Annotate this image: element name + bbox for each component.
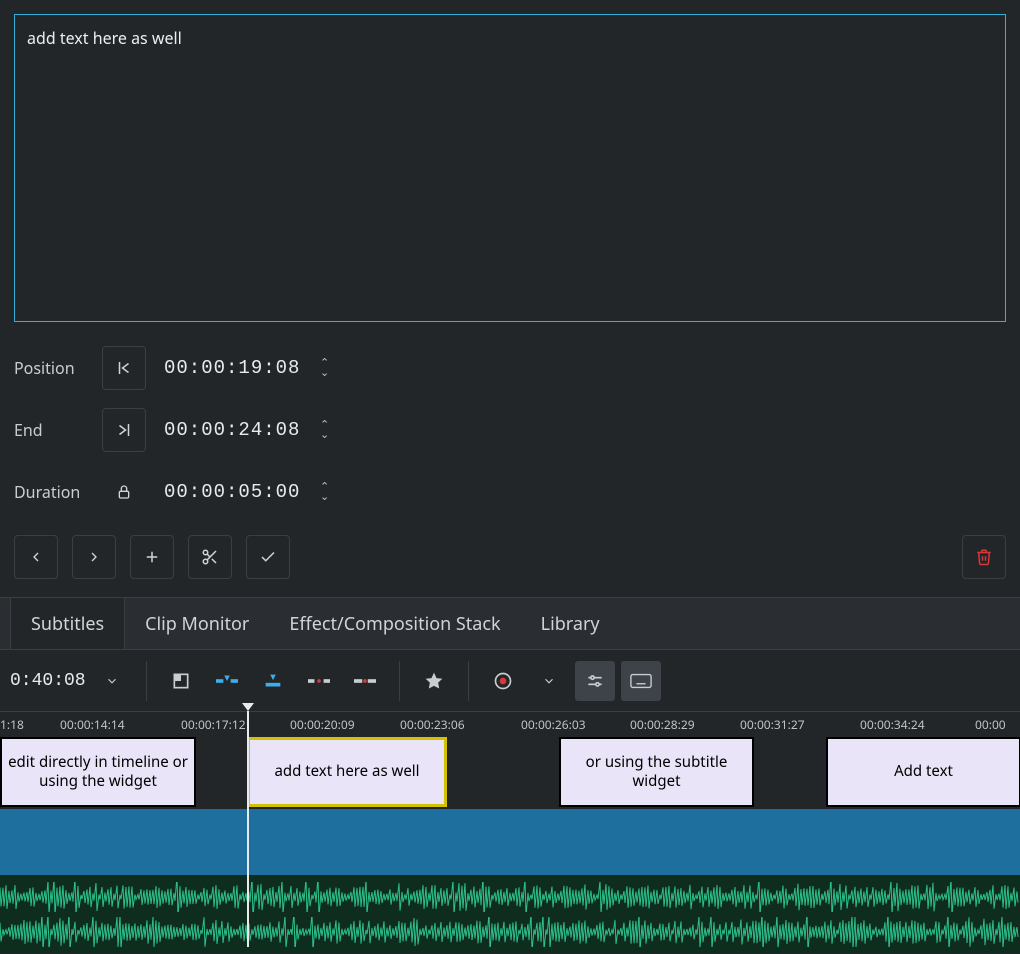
overwrite-tool-icon[interactable] <box>253 661 293 701</box>
delete-subtitle-button[interactable] <box>962 535 1006 579</box>
duration-spinner[interactable]: ⌃⌄ <box>320 482 329 502</box>
tab-library[interactable]: Library <box>521 598 620 649</box>
lift-tool-icon[interactable] <box>345 661 385 701</box>
keyboard-icon[interactable] <box>621 661 661 701</box>
subtitle-track[interactable]: edit directly in timeline or using the w… <box>0 735 1020 809</box>
position-spinner[interactable]: ⌃⌄ <box>320 358 329 378</box>
duration-value[interactable]: 00:00:05:00 <box>164 481 314 503</box>
timeline-ruler[interactable]: 1:18 00:00:14:14 00:00:17:12 00:00:20:09 00:… <box>0 711 1020 735</box>
ruler-tick: 1:18 <box>0 716 24 733</box>
end-spinner[interactable]: ⌃⌄ <box>320 420 329 440</box>
record-dropdown[interactable] <box>529 661 569 701</box>
split-subtitle-button[interactable] <box>188 535 232 579</box>
ruler-tick: 00:00:17:12 <box>181 716 246 733</box>
go-to-end-button[interactable] <box>102 408 146 452</box>
duration-label: Duration <box>14 481 102 503</box>
go-to-start-button[interactable] <box>102 346 146 390</box>
ruler-tick: 00:00:34:24 <box>860 716 925 733</box>
waveform-right <box>0 917 1020 947</box>
prev-subtitle-button[interactable] <box>14 535 58 579</box>
apply-subtitle-button[interactable] <box>246 535 290 579</box>
tab-subtitles[interactable]: Subtitles <box>10 598 125 649</box>
position-value[interactable]: 00:00:19:08 <box>164 357 314 379</box>
subtitle-clip[interactable]: add text here as well <box>247 737 447 807</box>
favorite-icon[interactable] <box>414 661 454 701</box>
record-icon[interactable] <box>483 661 523 701</box>
ruler-tick: 00:00:26:03 <box>521 716 586 733</box>
subtitle-clip[interactable]: Add text <box>826 737 1020 807</box>
video-track[interactable] <box>0 809 1020 875</box>
end-value[interactable]: 00:00:24:08 <box>164 419 314 441</box>
ruler-tick: 00:00:23:06 <box>400 716 465 733</box>
ruler-tick: 00:00 <box>975 716 1006 733</box>
ruler-tick: 00:00:31:27 <box>740 716 805 733</box>
add-subtitle-button[interactable] <box>130 535 174 579</box>
end-label: End <box>14 419 102 441</box>
insert-tool-icon[interactable] <box>207 661 247 701</box>
timecode-dropdown[interactable] <box>92 661 132 701</box>
ruler-tick: 00:00:20:09 <box>290 716 355 733</box>
subtitle-clip[interactable]: edit directly in timeline or using the w… <box>0 737 196 807</box>
extract-tool-icon[interactable] <box>299 661 339 701</box>
waveform-left <box>0 882 1020 912</box>
audio-track[interactable] <box>0 875 1020 953</box>
ruler-tick: 00:00:28:29 <box>630 716 695 733</box>
toolbar-divider <box>468 661 469 701</box>
subtitle-clip[interactable]: or using the subtitle widget <box>559 737 754 807</box>
position-label: Position <box>14 357 102 379</box>
timeline-timecode[interactable]: 0:40:08 <box>10 671 86 691</box>
tab-clip-monitor[interactable]: Clip Monitor <box>125 598 269 649</box>
duration-lock-button[interactable] <box>102 470 146 514</box>
subtitle-text-input[interactable] <box>14 14 1006 322</box>
toolbar-divider <box>399 661 400 701</box>
tab-effect-stack[interactable]: Effect/Composition Stack <box>269 598 520 649</box>
zone-tool-icon[interactable] <box>161 661 201 701</box>
ruler-tick: 00:00:14:14 <box>60 716 125 733</box>
toolbar-divider <box>146 661 147 701</box>
settings-icon[interactable] <box>575 661 615 701</box>
next-subtitle-button[interactable] <box>72 535 116 579</box>
